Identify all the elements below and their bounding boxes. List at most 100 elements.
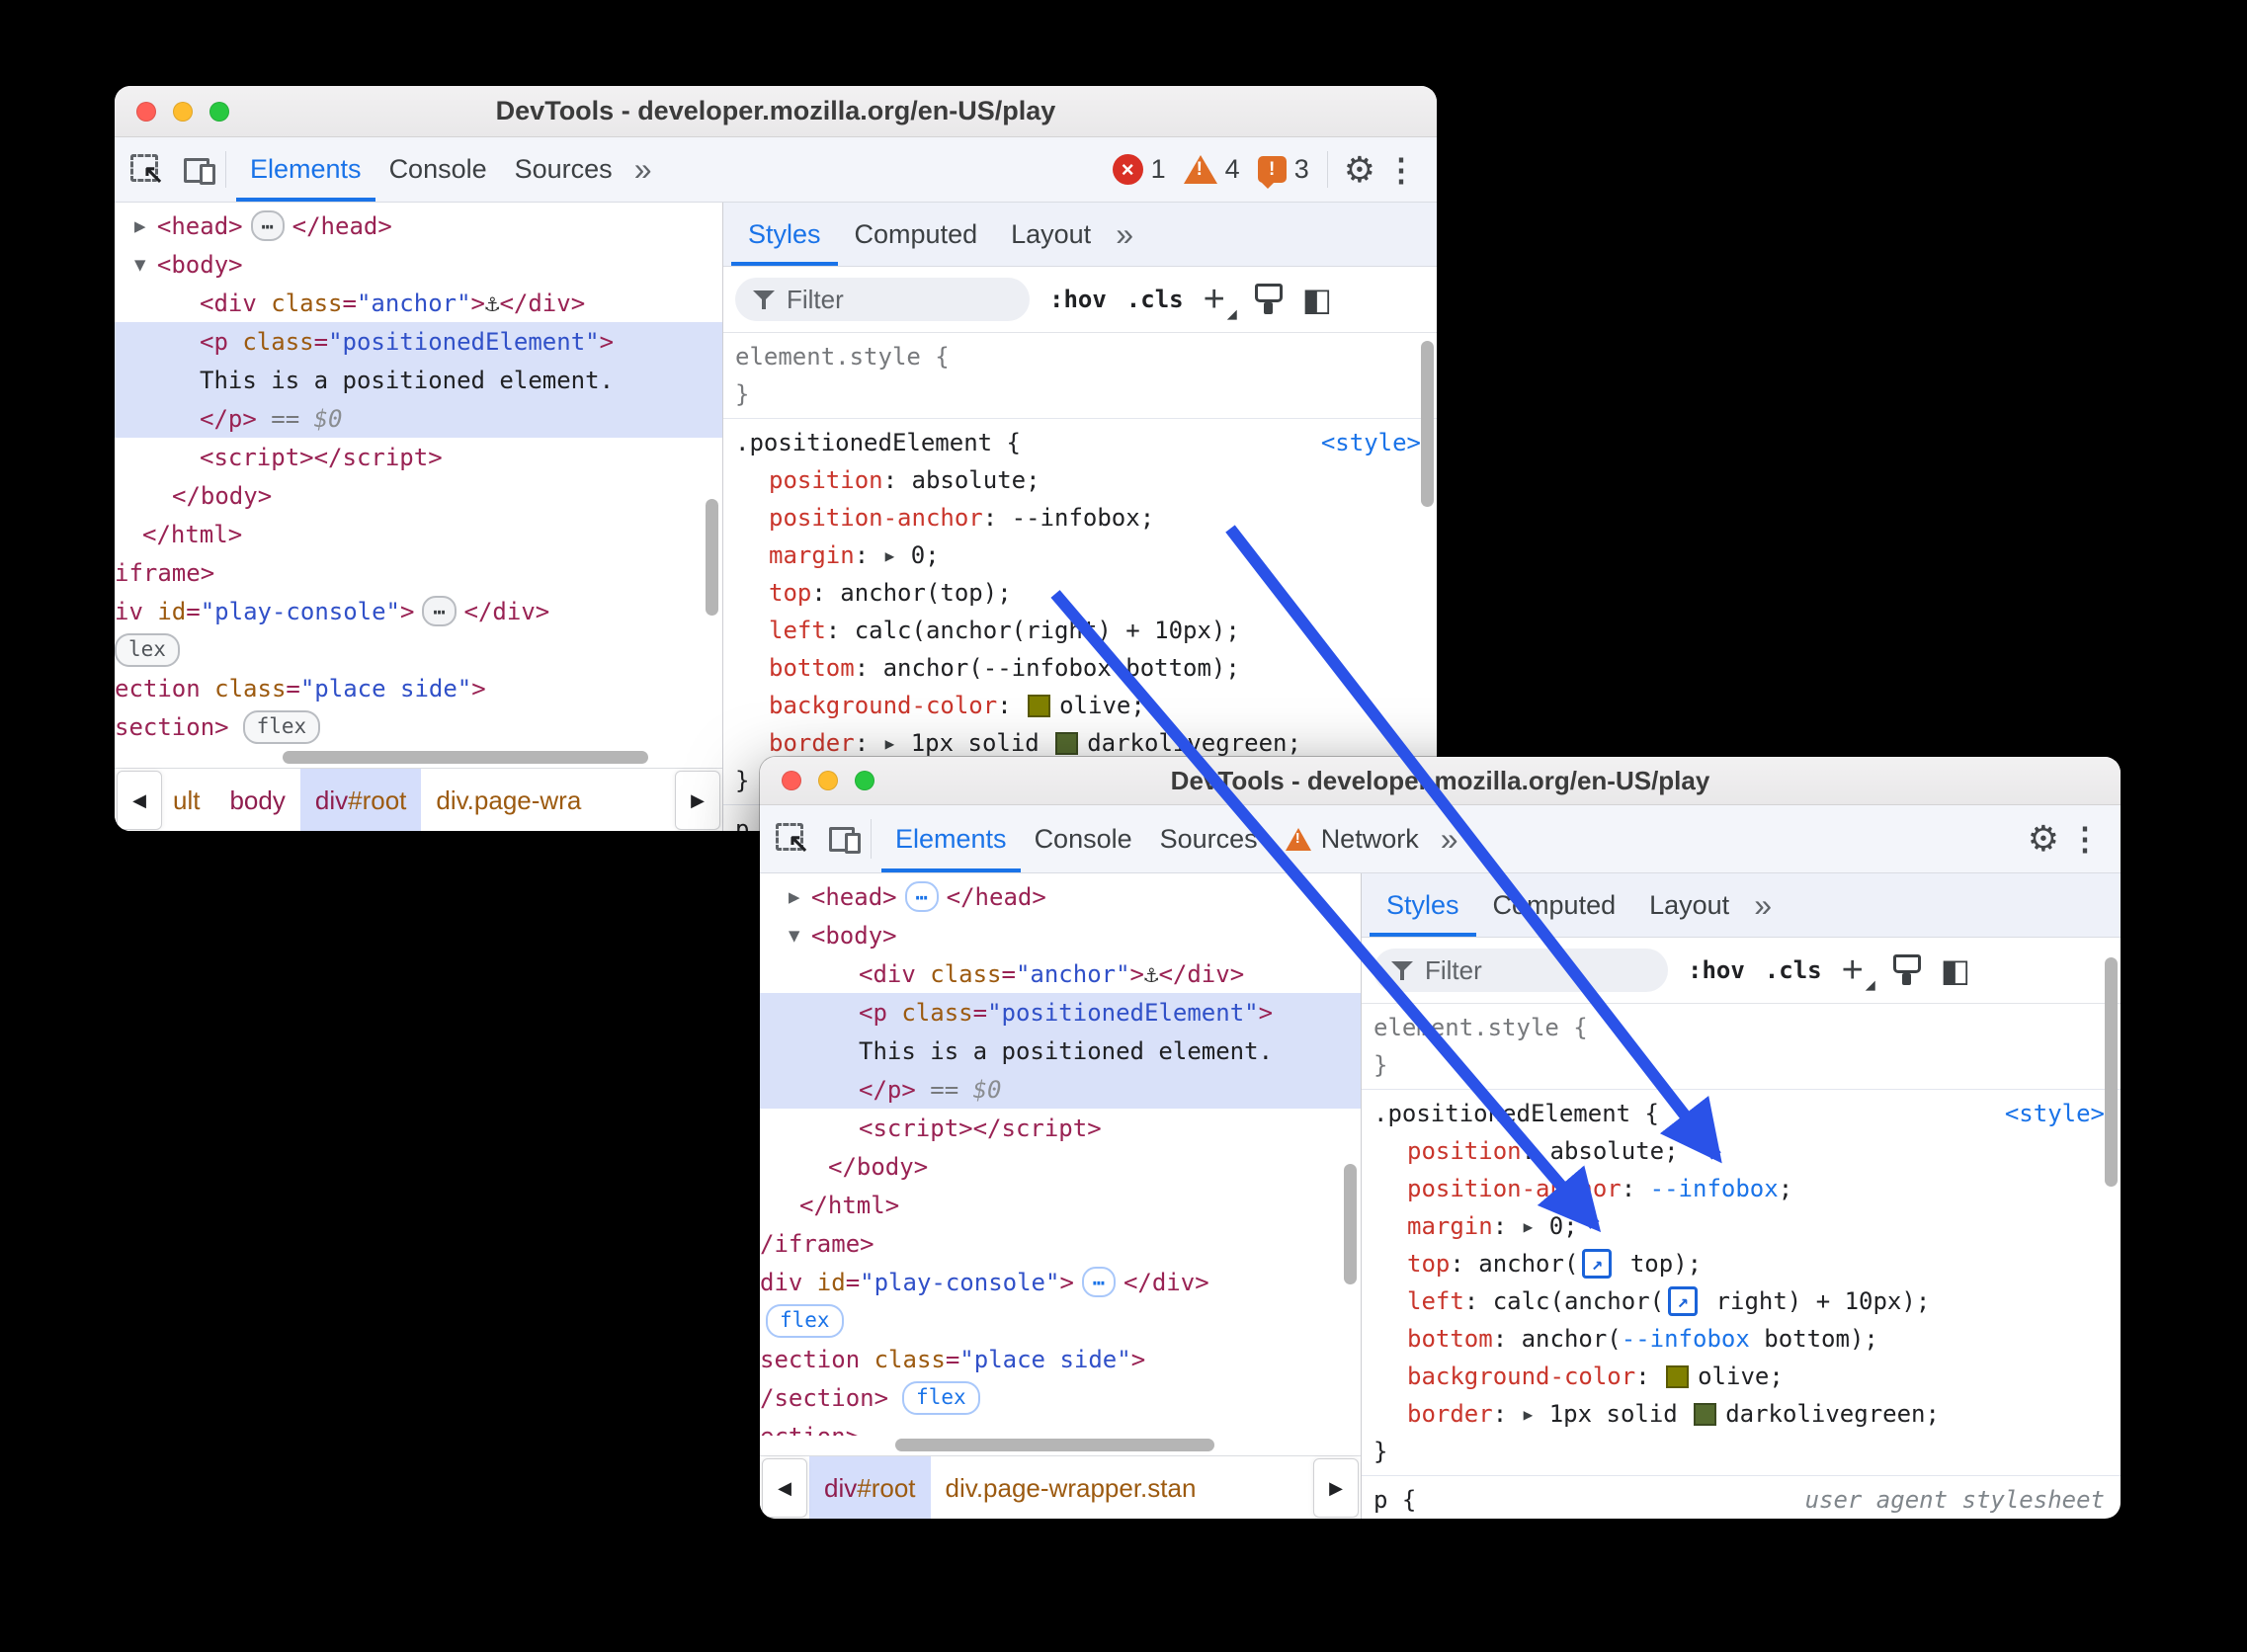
breadcrumb-item[interactable]: body (214, 769, 299, 831)
dom-tree-row[interactable]: iv id = "play-console" > ⋯ </div> (115, 592, 722, 630)
toggle-class-button[interactable]: .cls (1126, 286, 1184, 313)
tab-styles[interactable]: Styles (731, 203, 838, 266)
dom-tree-row[interactable]: This is a positioned element. (115, 361, 722, 399)
dom-tree-row[interactable]: </p> == $0 (760, 1070, 1361, 1109)
color-swatch-olive[interactable] (1028, 694, 1051, 717)
ellipsis-badge[interactable]: ⋯ (422, 596, 457, 626)
dom-tree-row[interactable]: <script></script> (760, 1109, 1361, 1147)
dom-tree-row[interactable]: <div class = "anchor" > ⚓ </div> (115, 284, 722, 322)
css-declaration[interactable]: position-anchor: --infobox; (723, 499, 1437, 537)
ellipsis-badge[interactable]: ⋯ (1081, 1267, 1116, 1297)
vertical-scrollbar[interactable] (1421, 341, 1434, 507)
shorthand-expander-icon[interactable]: ▶ (885, 734, 895, 753)
shorthand-expander-icon[interactable]: ▶ (885, 546, 895, 565)
dom-tree-row[interactable]: iframe> (115, 553, 722, 592)
horizontal-scrollbar[interactable] (760, 1436, 1361, 1455)
css-declaration[interactable]: .positionedElement {<style> (1362, 1095, 2121, 1132)
tab-console[interactable]: Console (375, 137, 501, 202)
issues-count-badge[interactable]: ! 3 (1257, 137, 1309, 202)
toggle-hover-state-button[interactable]: :hov (1049, 286, 1107, 313)
tab-layout[interactable]: Layout (994, 203, 1108, 266)
tab-layout[interactable]: Layout (1632, 873, 1746, 937)
css-var-link[interactable]: <style> (2005, 1100, 2105, 1127)
toggle-class-button[interactable]: .cls (1765, 956, 1822, 984)
twisty-expanded-icon[interactable]: ▼ (789, 925, 811, 947)
twisty-expanded-icon[interactable]: ▼ (134, 254, 157, 276)
flex-badge[interactable]: flex (766, 1303, 844, 1338)
ellipsis-badge[interactable]: ⋯ (250, 210, 285, 241)
dom-tree-row[interactable]: ▼ <body> (115, 245, 722, 284)
dom-tree-row[interactable]: section class = "place side" > (760, 1340, 1361, 1378)
dom-tree-row[interactable]: <script></script> (115, 438, 722, 476)
dom-tree-row[interactable]: /iframe> (760, 1224, 1361, 1263)
twisty-collapsed-icon[interactable]: ▶ (134, 215, 157, 237)
ellipsis-badge[interactable]: ⋯ (904, 881, 939, 912)
dom-tree-row[interactable]: ection> (760, 1417, 1361, 1437)
color-swatch-darkolivegreen[interactable] (1694, 1402, 1717, 1426)
toggle-hover-state-button[interactable]: :hov (1688, 956, 1745, 984)
css-var-link[interactable]: --infobox (1622, 1325, 1750, 1353)
shorthand-expander-icon[interactable]: ▶ (1524, 1405, 1534, 1424)
titlebar[interactable]: DevTools - developer.mozilla.org/en-US/p… (115, 86, 1437, 137)
breadcrumb-item[interactable]: ult (164, 769, 214, 831)
css-declaration[interactable]: position: absolute; (1362, 1132, 2121, 1170)
crumbs-scroll-right-button[interactable]: ▶ (675, 771, 720, 830)
tab-elements[interactable]: Elements (236, 137, 375, 202)
device-toolbar-icon[interactable] (184, 155, 215, 185)
style-editor-icon[interactable] (1254, 284, 1283, 315)
css-declaration[interactable]: background-color: olive; (723, 687, 1437, 724)
css-line[interactable]: } (1362, 1046, 2121, 1084)
tab-elements[interactable]: Elements (881, 805, 1021, 872)
flex-badge[interactable]: lex (115, 632, 180, 667)
shorthand-expander-icon[interactable]: ▶ (1524, 1217, 1534, 1236)
css-declaration[interactable]: margin: ▶ 0; (1362, 1207, 2121, 1245)
css-var-link[interactable]: --infobox (1650, 1175, 1779, 1202)
sidebar-toggle-icon[interactable]: ◧ (1941, 954, 1970, 986)
dom-tree-row[interactable]: </html> (115, 515, 722, 553)
new-style-rule-button[interactable]: + (1204, 281, 1237, 320)
external-link-icon[interactable] (1668, 1286, 1699, 1316)
titlebar[interactable]: DevTools - developer.mozilla.org/en-US/p… (760, 757, 2121, 805)
new-style-rule-button[interactable]: + (1842, 951, 1875, 991)
crumbs-scroll-left-button[interactable]: ◀ (762, 1458, 807, 1518)
more-tabs-icon[interactable]: » (1746, 873, 1780, 937)
css-var-link[interactable]: <style> (1321, 429, 1421, 456)
css-declaration[interactable]: margin: ▶ 0; (723, 537, 1437, 574)
dom-tree-row[interactable]: <p class = "positionedElement" > (115, 322, 722, 361)
dom-tree-row[interactable]: </body> (115, 476, 722, 515)
inspect-element-icon[interactable] (776, 823, 809, 859)
css-declaration[interactable]: left: calc(anchor(right) + 10px); (723, 612, 1437, 649)
close-window-button[interactable] (782, 771, 801, 790)
dom-tree-row[interactable]: <div class = "anchor" > ⚓ </div> (760, 954, 1361, 993)
breadcrumb-item[interactable]: div #root (299, 769, 422, 831)
style-editor-icon[interactable] (1892, 954, 1921, 986)
twisty-collapsed-icon[interactable]: ▶ (789, 886, 811, 908)
dom-tree-row[interactable]: flex (760, 1301, 1361, 1340)
zoom-window-button[interactable] (209, 101, 229, 122)
crumbs-scroll-right-button[interactable]: ▶ (1313, 1458, 1359, 1518)
external-link-icon[interactable] (1582, 1249, 1613, 1279)
css-declaration[interactable]: top: anchor( top); (1362, 1245, 2121, 1282)
dom-tree-row[interactable]: ection class = "place side" > (115, 669, 722, 707)
scrollbar-thumb[interactable] (283, 751, 648, 764)
dom-tree-row[interactable]: <p class = "positionedElement" > (760, 993, 1361, 1032)
dom-tree-row[interactable]: ▶ <head> ⋯ </head> (115, 206, 722, 245)
tab-console[interactable]: Console (1021, 805, 1146, 872)
styles-filter-input[interactable]: Filter (1373, 949, 1668, 992)
color-swatch-darkolivegreen[interactable] (1055, 731, 1079, 755)
tab-styles[interactable]: Styles (1370, 873, 1476, 937)
more-tabs-icon[interactable]: » (1108, 203, 1141, 266)
zoom-window-button[interactable] (855, 771, 874, 790)
css-line[interactable]: element.style { (1362, 1009, 2121, 1046)
sidebar-toggle-icon[interactable]: ◧ (1302, 284, 1332, 315)
crumbs-scroll-left-button[interactable]: ◀ (117, 771, 162, 830)
settings-gear-icon[interactable]: ⚙ (1338, 137, 1381, 202)
css-line[interactable]: } (723, 375, 1437, 413)
dom-tree-row[interactable]: div id = "play-console" > ⋯ </div> (760, 1263, 1361, 1301)
more-tabs-icon[interactable]: » (626, 137, 660, 202)
dom-tree-row[interactable]: </html> (760, 1186, 1361, 1224)
flex-badge[interactable]: flex (242, 709, 321, 744)
vertical-scrollbar[interactable] (1344, 1164, 1357, 1284)
inspect-element-icon[interactable] (130, 153, 164, 190)
kebab-menu-icon[interactable]: ⋮ (1381, 137, 1421, 202)
